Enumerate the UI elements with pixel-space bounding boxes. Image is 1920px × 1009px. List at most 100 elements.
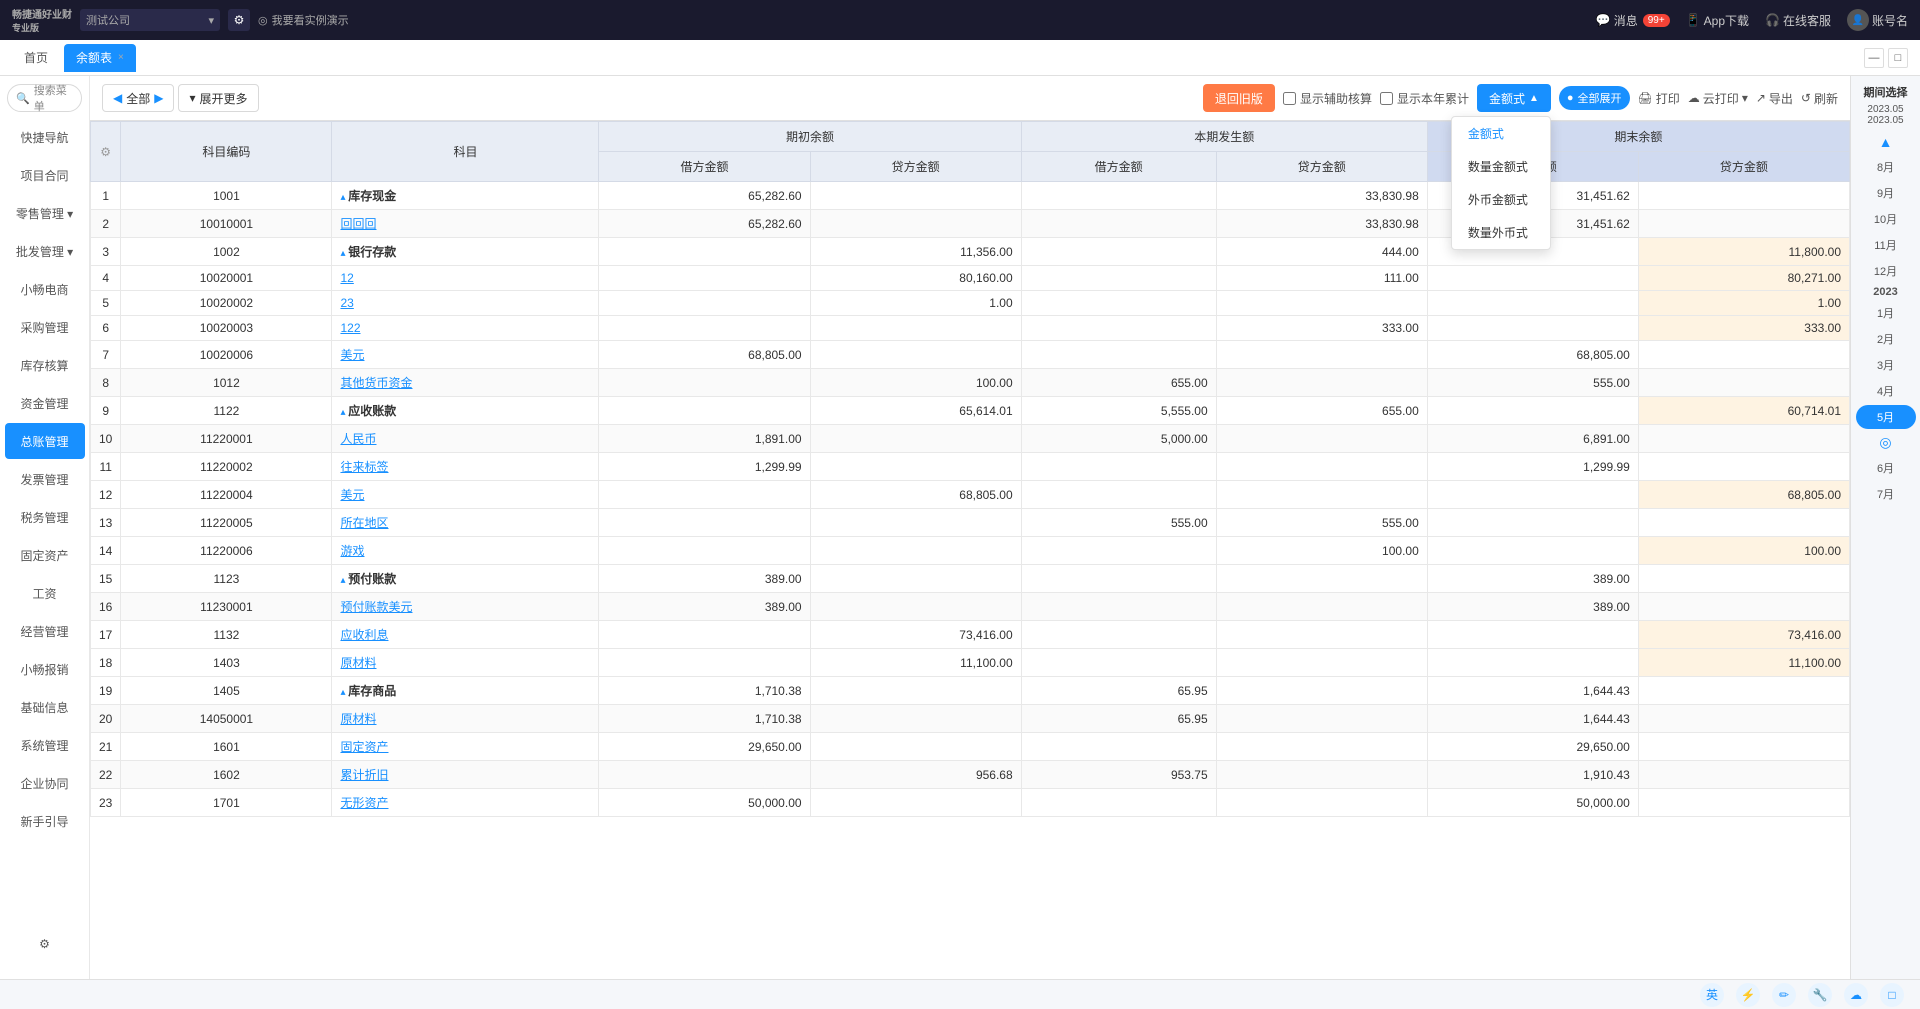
sidebar-item-invoice[interactable]: 发票管理 [5,461,85,497]
sidebar-item-tax[interactable]: 税务管理 [5,499,85,535]
row-open-debit [599,649,810,677]
search-all-btn[interactable]: ◀ 全部 ▶ [102,84,174,112]
row-subject[interactable]: 往来标签 [332,453,599,481]
period-mar[interactable]: 3月 [1856,353,1916,377]
expand-more-btn[interactable]: ▾ 展开更多 [178,84,258,112]
row-subject[interactable]: 122 [332,316,599,341]
show-auxiliary-checkbox[interactable] [1283,92,1296,105]
online-service-btn[interactable]: 🎧 在线客服 [1765,12,1831,29]
row-subject[interactable]: 其他货币资金 [332,369,599,397]
tab-close-icon[interactable]: × [118,52,124,63]
expand-all-toggle[interactable]: ● 全部展开 [1559,86,1630,110]
sidebar-item-fixed-assets[interactable]: 固定资产 [5,537,85,573]
sidebar-item-retail[interactable]: 零售管理 ▾ [5,195,85,231]
sidebar-item-sales[interactable]: 小畅报销 [5,651,85,687]
period-may[interactable]: 5月 [1856,405,1916,429]
row-subject[interactable]: 23 [332,291,599,316]
period-apr[interactable]: 4月 [1856,379,1916,403]
row-close-credit: 11,100.00 [1638,649,1849,677]
sidebar-item-system[interactable]: 系统管理 [5,727,85,763]
period-feb[interactable]: 2月 [1856,327,1916,351]
tool-icon[interactable]: 🔧 [1808,983,1832,1007]
mode-option-amount[interactable]: 金额式 [1452,117,1550,150]
msg-btn[interactable]: 💬 消息 99+ [1596,12,1670,29]
print-btn[interactable]: 🖨 打印 [1638,84,1680,112]
period-jul[interactable]: 7月 [1856,482,1916,506]
table-row: 2014050001原材料1,710.3865.951,644.43 [91,705,1850,733]
row-open-credit [810,593,1021,621]
sidebar-search[interactable]: 🔍 搜索菜单 [7,84,82,112]
sidebar-item-wholesale[interactable]: 批发管理 ▾ [5,233,85,269]
period-jun[interactable]: 6月 [1856,456,1916,480]
mode-option-qty-foreign[interactable]: 数量外币式 [1452,216,1550,249]
sidebar-item-cooperation[interactable]: 企业协同 [5,765,85,801]
minimize-button[interactable]: — [1864,48,1884,68]
row-subject[interactable]: 人民币 [332,425,599,453]
user-btn[interactable]: 👤 账号名 [1847,9,1908,31]
row-close-credit: 100.00 [1638,537,1849,565]
row-close-credit: 60,714.01 [1638,397,1849,425]
sidebar-item-project[interactable]: 项目合同 [5,157,85,193]
row-subject[interactable]: 所在地区 [332,509,599,537]
row-subject[interactable]: 原材料 [332,705,599,733]
period-nav-refresh[interactable]: ◎ [1879,434,1891,451]
export-btn[interactable]: ↗ 导出 [1756,84,1793,112]
sidebar-item-purchase[interactable]: 采购管理 [5,309,85,345]
period-nov[interactable]: 11月 [1856,233,1916,257]
period-jan[interactable]: 1月 [1856,301,1916,325]
sidebar-item-capital[interactable]: 资金管理 [5,385,85,421]
row-subject[interactable]: 美元 [332,481,599,509]
sidebar-item-ecommerce[interactable]: 小畅电商 [5,271,85,307]
sidebar-item-guide[interactable]: 新手引导 [5,803,85,839]
row-subject[interactable]: 预付账款美元 [332,593,599,621]
demo-btn[interactable]: ◎ 我要看实例演示 [258,12,349,28]
sidebar-item-salary[interactable]: 工资 [5,575,85,611]
table-row: 91122▴ 应收账款65,614.015,555.00655.0060,714… [91,397,1850,425]
sidebar-item-quick-nav[interactable]: 快捷导航 [5,119,85,155]
row-close-credit [1638,341,1849,369]
mode-btn[interactable]: 金额式 ▲ [1477,84,1551,112]
back-old-version-btn[interactable]: 退回旧版 [1203,84,1275,112]
th-settings[interactable]: ⚙ [91,122,121,182]
mode-option-qty-amount[interactable]: 数量金额式 [1452,150,1550,183]
row-subject[interactable]: 原材料 [332,649,599,677]
period-sep[interactable]: 9月 [1856,181,1916,205]
sidebar-item-operation[interactable]: 经营管理 [5,613,85,649]
sidebar-settings-btn[interactable]: ⚙ [5,926,85,962]
edit-icon[interactable]: ✏ [1772,983,1796,1007]
row-subject[interactable]: 累计折旧 [332,761,599,789]
refresh-btn[interactable]: ↺ 刷新 [1801,84,1838,112]
lang-icon[interactable]: 英 [1700,983,1724,1007]
sidebar-item-inventory[interactable]: 库存核算 [5,347,85,383]
row-subject[interactable]: 美元 [332,341,599,369]
company-selector[interactable]: 测试公司 ▾ [80,9,220,31]
cloud-icon[interactable]: ☁ [1844,983,1868,1007]
row-subject[interactable]: 游戏 [332,537,599,565]
row-open-debit [599,537,810,565]
screen-icon[interactable]: □ [1880,983,1904,1007]
quick-action-icon[interactable]: ⚡ [1736,983,1760,1007]
period-nav-up[interactable]: ▲ [1879,134,1893,150]
settings-icon[interactable]: ⚙ [228,9,250,31]
row-subject[interactable]: 应收利息 [332,621,599,649]
maximize-button[interactable]: □ [1888,48,1908,68]
show-year-checkbox[interactable] [1380,92,1393,105]
app-download-btn[interactable]: 📱 App下载 [1686,12,1749,29]
period-oct[interactable]: 10月 [1856,207,1916,231]
period-dec[interactable]: 12月 [1856,259,1916,283]
tab-home[interactable]: 首页 [12,44,60,72]
mode-option-foreign-amount[interactable]: 外币金额式 [1452,183,1550,216]
row-subject[interactable]: 无形资产 [332,789,599,817]
row-subject[interactable]: 固定资产 [332,733,599,761]
row-subject[interactable]: 12 [332,266,599,291]
row-open-debit: 1,299.99 [599,453,810,481]
tab-balance[interactable]: 余额表 × [64,44,136,72]
row-number: 23 [91,789,121,817]
row-subject[interactable]: 回回回 [332,210,599,238]
sidebar-item-basic[interactable]: 基础信息 [5,689,85,725]
period-aug[interactable]: 8月 [1856,155,1916,179]
row-close-debit: 50,000.00 [1427,789,1638,817]
sidebar-item-ledger[interactable]: 总账管理 [5,423,85,459]
table-settings-icon[interactable]: ⚙ [100,145,111,159]
cloud-print-btn[interactable]: ☁ 云打印 ▾ [1688,84,1748,112]
